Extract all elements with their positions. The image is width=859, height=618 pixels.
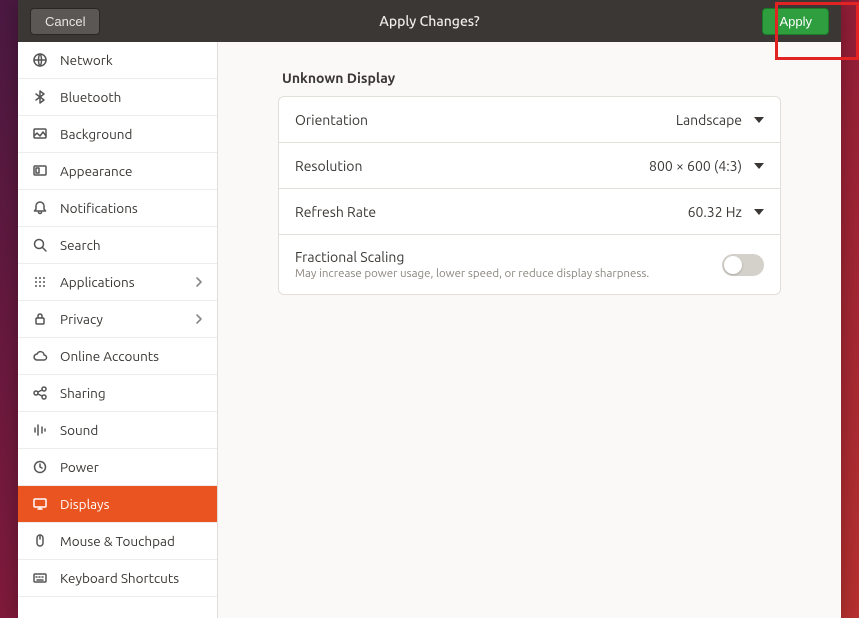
- sidebar-item-label: Power: [60, 459, 99, 475]
- refresh-rate-value: 60.32 Hz: [688, 204, 742, 220]
- cloud-icon: [32, 348, 48, 364]
- sidebar-item-label: Keyboard Shortcuts: [60, 570, 179, 586]
- sidebar-item-online-accounts[interactable]: Online Accounts: [18, 338, 217, 375]
- appearance-icon: [32, 163, 48, 179]
- background-icon: [32, 126, 48, 142]
- chevron-right-icon: [195, 276, 203, 288]
- fractional-scaling-sublabel: May increase power usage, lower speed, o…: [295, 267, 649, 280]
- resolution-row[interactable]: Resolution 800 × 600 (4:3): [279, 143, 780, 189]
- display-settings-group: Orientation Landscape Resolution 800 × 6…: [278, 96, 781, 295]
- fractional-scaling-row: Fractional Scaling May increase power us…: [279, 235, 780, 294]
- sidebar-item-mouse-touchpad[interactable]: Mouse & Touchpad: [18, 523, 217, 560]
- refresh-rate-label: Refresh Rate: [295, 204, 376, 220]
- cancel-button[interactable]: Cancel: [30, 8, 100, 35]
- sidebar-item-search[interactable]: Search: [18, 227, 217, 264]
- sidebar-item-label: Network: [60, 52, 113, 68]
- sidebar-item-appearance[interactable]: Appearance: [18, 153, 217, 190]
- sidebar-item-sharing[interactable]: Sharing: [18, 375, 217, 412]
- power-icon: [32, 459, 48, 475]
- sidebar-item-label: Applications: [60, 274, 135, 290]
- orientation-value: Landscape: [676, 112, 742, 128]
- window-header: Cancel Apply Changes? Apply: [18, 0, 841, 42]
- refresh-rate-row[interactable]: Refresh Rate 60.32 Hz: [279, 189, 780, 235]
- sidebar-item-applications[interactable]: Applications: [18, 264, 217, 301]
- content-area: Unknown Display Orientation Landscape Re…: [218, 42, 841, 618]
- window-title: Apply Changes?: [379, 13, 479, 29]
- orientation-label: Orientation: [295, 112, 368, 128]
- displays-icon: [32, 496, 48, 512]
- sidebar-item-background[interactable]: Background: [18, 116, 217, 153]
- resolution-value: 800 × 600 (4:3): [649, 158, 742, 174]
- sidebar-item-label: Online Accounts: [60, 348, 159, 364]
- chevron-down-icon: [754, 163, 764, 169]
- sidebar-item-label: Privacy: [60, 311, 103, 327]
- sidebar-item-network[interactable]: Network: [18, 42, 217, 79]
- window-body: Network Bluetooth Background Appearance Noti…: [18, 42, 841, 618]
- sidebar-item-privacy[interactable]: Privacy: [18, 301, 217, 338]
- mouse-icon: [32, 533, 48, 549]
- orientation-row[interactable]: Orientation Landscape: [279, 97, 780, 143]
- fractional-scaling-label: Fractional Scaling: [295, 249, 649, 265]
- chevron-down-icon: [754, 117, 764, 123]
- sidebar-item-label: Notifications: [60, 200, 138, 216]
- apply-button[interactable]: Apply: [762, 8, 829, 35]
- settings-window: Cancel Apply Changes? Apply Network Bluet…: [18, 0, 841, 618]
- sidebar-item-bluetooth[interactable]: Bluetooth: [18, 79, 217, 116]
- globe-icon: [32, 52, 48, 68]
- apps-icon: [32, 274, 48, 290]
- sidebar: Network Bluetooth Background Appearance Noti…: [18, 42, 218, 618]
- sound-icon: [32, 422, 48, 438]
- search-icon: [32, 237, 48, 253]
- resolution-label: Resolution: [295, 158, 362, 174]
- bell-icon: [32, 200, 48, 216]
- sidebar-item-label: Appearance: [60, 163, 132, 179]
- sidebar-item-label: Sharing: [60, 385, 106, 401]
- sidebar-item-keyboard-shortcuts[interactable]: Keyboard Shortcuts: [18, 560, 217, 597]
- sidebar-item-label: Background: [60, 126, 132, 142]
- sidebar-item-label: Displays: [60, 496, 109, 512]
- sidebar-item-label: Sound: [60, 422, 98, 438]
- sidebar-item-displays[interactable]: Displays: [18, 486, 217, 523]
- sidebar-item-label: Mouse & Touchpad: [60, 533, 175, 549]
- chevron-down-icon: [754, 209, 764, 215]
- sharing-icon: [32, 385, 48, 401]
- sidebar-item-notifications[interactable]: Notifications: [18, 190, 217, 227]
- fractional-scaling-toggle[interactable]: [722, 254, 764, 276]
- switch-knob: [724, 256, 742, 274]
- chevron-right-icon: [195, 313, 203, 325]
- sidebar-item-power[interactable]: Power: [18, 449, 217, 486]
- sidebar-item-sound[interactable]: Sound: [18, 412, 217, 449]
- lock-icon: [32, 311, 48, 327]
- sidebar-item-label: Bluetooth: [60, 89, 121, 105]
- keyboard-icon: [32, 570, 48, 586]
- bluetooth-icon: [32, 89, 48, 105]
- sidebar-item-label: Search: [60, 237, 101, 253]
- section-title: Unknown Display: [278, 70, 781, 86]
